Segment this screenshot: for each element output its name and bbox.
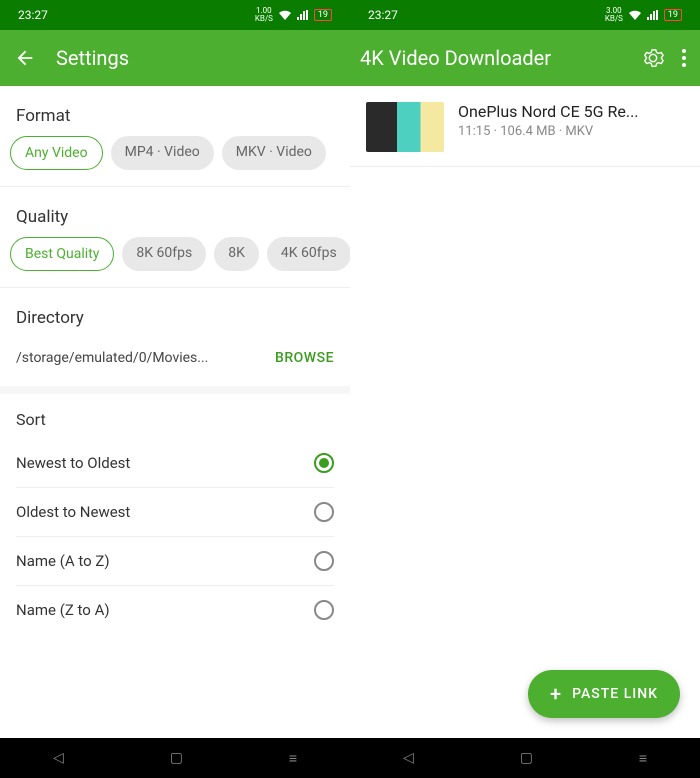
chip-mp4[interactable]: MP4 · Video [111, 136, 214, 170]
clock: 23:27 [368, 8, 398, 22]
radio-icon [314, 551, 334, 571]
wifi-icon [628, 9, 642, 21]
wifi-icon [278, 9, 292, 21]
quality-label: Quality [0, 187, 350, 237]
settings-pane: Format Any Video MP4 · Video MKV · Video… [0, 86, 350, 738]
nav-back-icon[interactable]: ◁ [403, 750, 414, 766]
directory-path: /storage/emulated/0/Movies... [16, 350, 208, 366]
video-thumbnail [366, 102, 444, 152]
chip-mkv[interactable]: MKV · Video [222, 136, 326, 170]
format-chips: Any Video MP4 · Video MKV · Video [0, 136, 350, 186]
sort-label: Sort [16, 410, 334, 429]
signal-icon [297, 10, 309, 20]
gear-icon[interactable] [642, 47, 664, 69]
back-icon[interactable] [14, 47, 36, 69]
sort-option-name-az[interactable]: Name (A to Z) [16, 537, 334, 586]
more-icon[interactable] [682, 49, 686, 67]
status-bar: 23:27 1.00KB/S 19 23:27 3.00KB/S 19 [0, 0, 700, 30]
nav-recent-icon[interactable]: ≡ [289, 750, 297, 767]
radio-icon [314, 502, 334, 522]
directory-label: Directory [0, 288, 350, 338]
downloads-pane: OnePlus Nord CE 5G Re... 11:15 · 106.4 M… [350, 86, 700, 738]
radio-icon [314, 453, 334, 473]
nav-recent-icon[interactable]: ≡ [639, 750, 647, 767]
video-list-item[interactable]: OnePlus Nord CE 5G Re... 11:15 · 106.4 M… [350, 86, 700, 167]
nav-home-icon[interactable]: ▢ [170, 750, 183, 766]
nav-back-icon[interactable]: ◁ [53, 750, 64, 766]
plus-icon: + [550, 684, 562, 704]
paste-link-button[interactable]: + PASTE LINK [528, 670, 680, 718]
radio-icon [314, 600, 334, 620]
chip-any-video[interactable]: Any Video [10, 136, 103, 170]
battery-icon: 19 [314, 9, 332, 21]
video-title: OnePlus Nord CE 5G Re... [458, 102, 684, 121]
battery-icon: 19 [664, 9, 682, 21]
sort-option-oldest[interactable]: Oldest to Newest [16, 488, 334, 537]
nav-home-icon[interactable]: ▢ [520, 750, 533, 766]
sort-option-name-za[interactable]: Name (Z to A) [16, 586, 334, 634]
app-title: 4K Video Downloader [360, 46, 551, 70]
format-label: Format [0, 86, 350, 136]
nav-bar: ◁ ▢ ≡ ◁ ▢ ≡ [0, 738, 700, 778]
chip-8k[interactable]: 8K [214, 237, 259, 271]
sort-option-newest[interactable]: Newest to Oldest [16, 439, 334, 488]
divider [0, 386, 350, 394]
chip-best-quality[interactable]: Best Quality [10, 237, 114, 271]
chip-8k60[interactable]: 8K 60fps [122, 237, 206, 271]
quality-chips: Best Quality 8K 60fps 8K 4K 60fps [0, 237, 350, 287]
video-meta: 11:15 · 106.4 MB · MKV [458, 124, 684, 139]
page-title: Settings [56, 46, 129, 70]
clock: 23:27 [18, 8, 48, 22]
chip-4k60[interactable]: 4K 60fps [267, 237, 350, 271]
app-bar: Settings 4K Video Downloader [0, 30, 700, 86]
signal-icon [647, 10, 659, 20]
browse-button[interactable]: BROWSE [275, 350, 334, 366]
